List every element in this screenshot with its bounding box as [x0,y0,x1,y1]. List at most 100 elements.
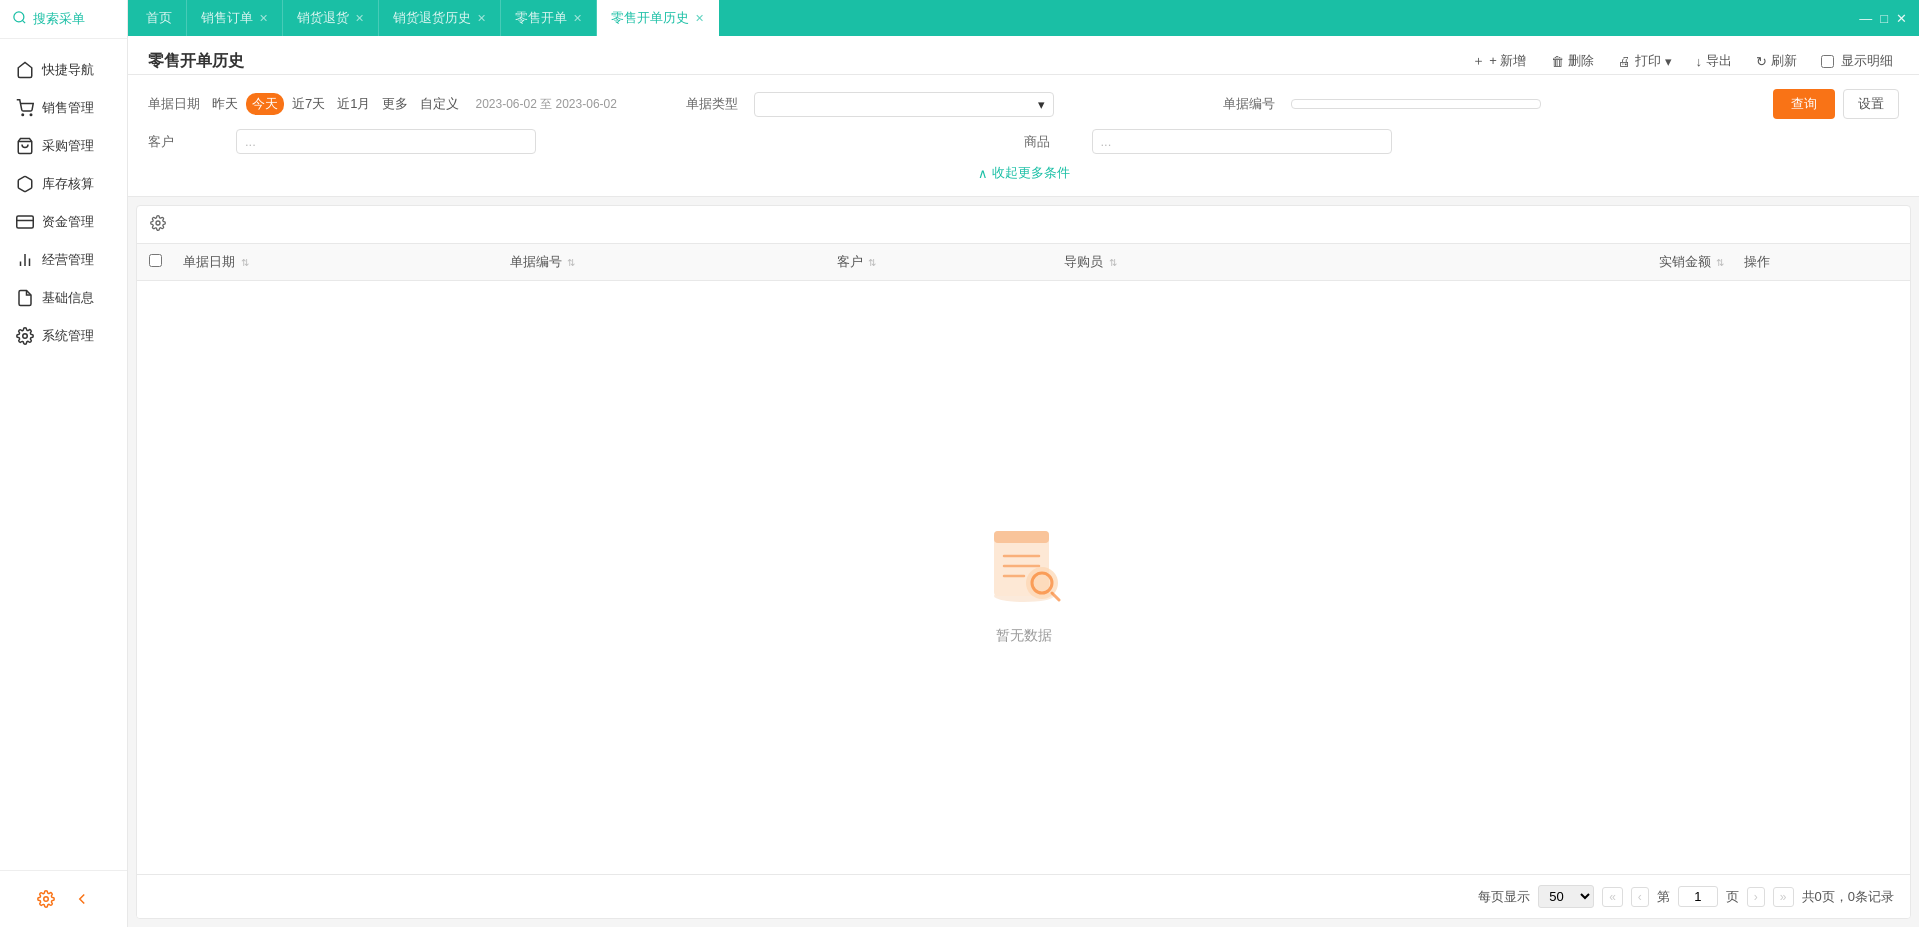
tab-retail-history[interactable]: 零售开单历史 ✕ [597,0,719,36]
goods-placeholder: ... [1101,134,1112,149]
sort-number-icon[interactable]: ⇅ [567,257,575,268]
tab-sales-return[interactable]: 销货退货 ✕ [283,0,379,36]
table-head: 单据日期 ⇅ 单据编号 ⇅ 客户 ⇅ 导购员 ⇅ [137,244,1910,281]
number-label: 单据编号 [1223,95,1283,113]
window-maximize-btn[interactable]: □ [1880,11,1888,26]
type-select-arrow: ▾ [1038,97,1045,112]
sidebar: 搜索采单 快捷导航 销售管理 采购管理 库存核算 [0,0,128,927]
th-date-label: 单据日期 [183,254,235,269]
settings-button[interactable]: 设置 [1843,89,1899,119]
column-settings-btn[interactable] [147,212,169,237]
delete-button[interactable]: 🗑 删除 [1545,48,1600,74]
tab-sales-return-history-close[interactable]: ✕ [477,12,486,25]
tab-home-label: 首页 [146,9,172,27]
sort-date-icon[interactable]: ⇅ [241,257,249,268]
chart-icon [16,251,34,269]
sort-amount-icon[interactable]: ⇅ [1716,257,1724,268]
svg-rect-15 [994,531,1049,543]
page-number-input[interactable] [1678,886,1718,907]
add-button[interactable]: ＋ + 新增 [1466,48,1532,74]
gear-icon [16,327,34,345]
table-toolbar [137,206,1910,244]
select-all-checkbox[interactable] [149,254,162,267]
collapse-bar[interactable]: ∧ 收起更多条件 [148,164,1899,182]
sort-customer-icon[interactable]: ⇅ [868,257,876,268]
tab-home[interactable]: 首页 [132,0,187,36]
date-opt-7days[interactable]: 近7天 [288,93,329,115]
refresh-icon: ↻ [1756,54,1767,69]
filter-type-section: 单据类型 ▾ [686,92,1224,117]
data-table: 单据日期 ⇅ 单据编号 ⇅ 客户 ⇅ 导购员 ⇅ [137,244,1910,281]
print-button[interactable]: 🖨 打印 ▾ [1612,48,1678,74]
tab-sales-return-history[interactable]: 销货退货历史 ✕ [379,0,501,36]
sidebar-item-label: 快捷导航 [42,61,94,79]
date-opt-today[interactable]: 今天 [246,93,284,115]
filter-date-section: 单据日期 昨天 今天 近7天 近1月 更多 自定义 2023-06-02 至 2… [148,93,686,115]
sidebar-item-label: 经营管理 [42,251,94,269]
select-all-th [137,244,173,281]
filter-customer-section: 客户 ... [148,129,1024,154]
th-number: 单据编号 ⇅ [500,244,827,281]
goods-input[interactable]: ... [1092,129,1392,154]
tab-retail-open[interactable]: 零售开单 ✕ [501,0,597,36]
sidebar-item-inventory[interactable]: 库存核算 [0,165,127,203]
sidebar-item-basic-info[interactable]: 基础信息 [0,279,127,317]
goods-label: 商品 [1024,133,1084,151]
search-icon [12,10,27,28]
date-opt-more[interactable]: 更多 [378,93,412,115]
tab-sales-return-close[interactable]: ✕ [355,12,364,25]
sidebar-item-finance[interactable]: 资金管理 [0,203,127,241]
window-minimize-btn[interactable]: — [1859,11,1872,26]
search-sidebar-btn[interactable]: 搜索采单 [0,0,127,39]
empty-state: 暂无数据 [137,281,1910,874]
date-opt-yesterday[interactable]: 昨天 [208,93,242,115]
toolbar: ＋ + 新增 🗑 删除 🖨 打印 ▾ ↓ 导出 ↻ [1466,48,1899,74]
svg-point-3 [30,114,32,116]
table-header-row: 单据日期 ⇅ 单据编号 ⇅ 客户 ⇅ 导购员 ⇅ [137,244,1910,281]
page-size-select[interactable]: 50 10 20 100 [1538,885,1594,908]
svg-point-0 [14,12,24,22]
date-opt-1month[interactable]: 近1月 [333,93,374,115]
tab-sales-order[interactable]: 销售订单 ✕ [187,0,283,36]
sidebar-item-quick-nav[interactable]: 快捷导航 [0,51,127,89]
main-content: 首页 销售订单 ✕ 销货退货 ✕ 销货退货历史 ✕ 零售开单 ✕ 零售开单历史 … [128,0,1919,927]
window-close-btn[interactable]: ✕ [1896,11,1907,26]
sort-salesperson-icon[interactable]: ⇅ [1109,257,1117,268]
sidebar-item-purchase-mgmt[interactable]: 采购管理 [0,127,127,165]
sidebar-collapse-btn[interactable] [66,883,98,915]
sidebar-item-label: 库存核算 [42,175,94,193]
customer-label: 客户 [148,133,208,151]
sidebar-item-operations[interactable]: 经营管理 [0,241,127,279]
sidebar-item-sales-mgmt[interactable]: 销售管理 [0,89,127,127]
refresh-button[interactable]: ↻ 刷新 [1750,48,1803,74]
type-select[interactable]: ▾ [754,92,1054,117]
query-button[interactable]: 查询 [1773,89,1835,119]
print-dropdown-icon: ▾ [1665,54,1672,69]
first-page-btn[interactable]: « [1602,887,1623,907]
delete-label: 删除 [1568,52,1594,70]
sidebar-item-system[interactable]: 系统管理 [0,317,127,355]
tab-sales-return-label: 销货退货 [297,9,349,27]
page-content: 零售开单历史 ＋ + 新增 🗑 删除 🖨 打印 ▾ ↓ 导出 [128,36,1919,927]
last-page-btn[interactable]: » [1773,887,1794,907]
tab-retail-history-close[interactable]: ✕ [695,12,704,25]
tab-sales-order-close[interactable]: ✕ [259,12,268,25]
date-label: 单据日期 [148,95,208,113]
sidebar-settings-btn[interactable] [30,883,62,915]
filter-row-1: 单据日期 昨天 今天 近7天 近1月 更多 自定义 2023-06-02 至 2… [148,89,1899,119]
th-amount: 实销金额 ⇅ [1408,244,1735,281]
tab-retail-open-close[interactable]: ✕ [573,12,582,25]
next-page-btn[interactable]: › [1747,887,1765,907]
prev-page-btn[interactable]: ‹ [1631,887,1649,907]
total-info: 共0页，0条记录 [1802,888,1894,906]
export-button[interactable]: ↓ 导出 [1690,48,1739,74]
date-opt-custom[interactable]: 自定义 [416,93,463,115]
customer-input[interactable]: ... [236,129,536,154]
th-date: 单据日期 ⇅ [173,244,500,281]
collapse-label: 收起更多条件 [992,164,1070,182]
number-input[interactable] [1291,99,1541,109]
display-cols-btn[interactable]: 显示明细 [1815,48,1899,74]
export-label: 导出 [1706,52,1732,70]
th-spacer [1331,244,1407,281]
display-cols-checkbox[interactable] [1821,55,1834,68]
